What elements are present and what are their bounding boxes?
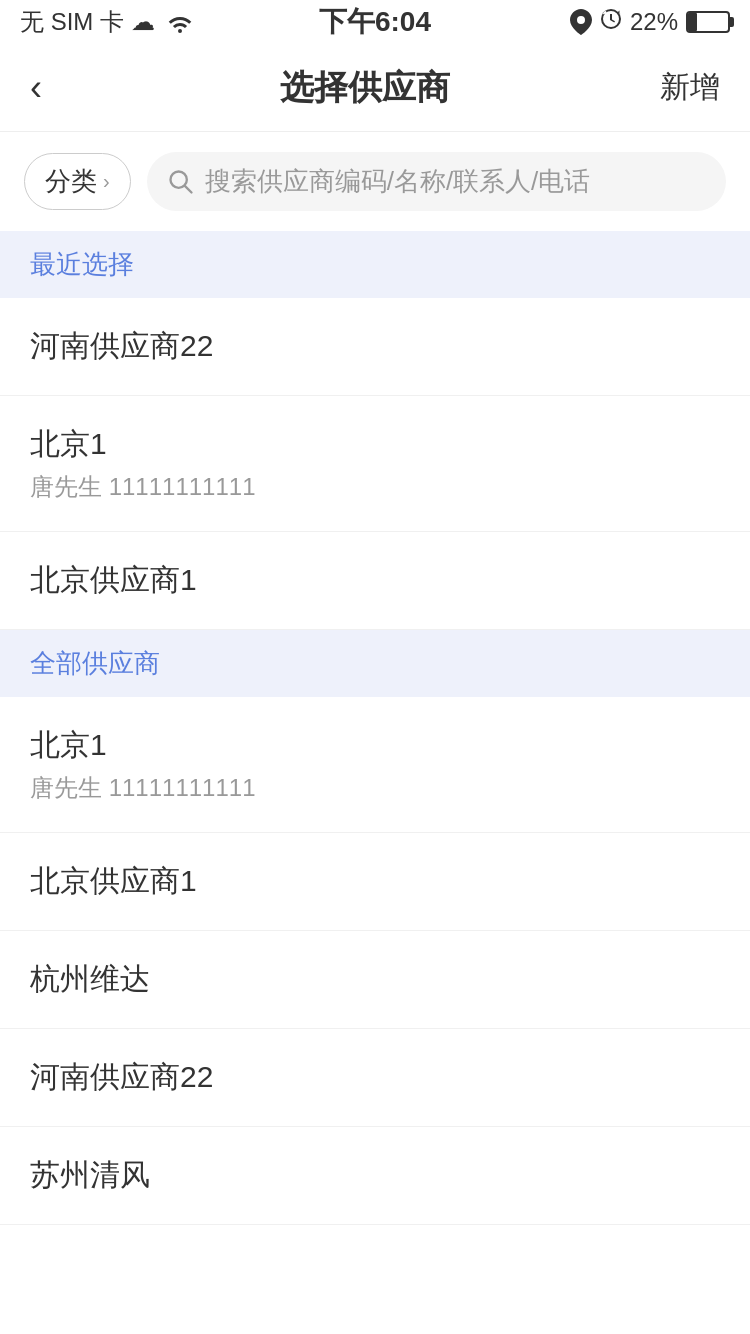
item-name: 北京供应商1 — [30, 560, 720, 601]
sections-container: 最近选择河南供应商22 北京1 唐先生 11111111111 北京供应商1 全部供应商… — [0, 231, 750, 1225]
list-item[interactable]: 北京1 唐先生 11111111111 — [0, 396, 750, 532]
battery-percent: 22% — [630, 8, 678, 36]
battery-icon — [686, 11, 730, 33]
location-icon — [570, 9, 592, 35]
item-name: 苏州清风 — [30, 1155, 720, 1196]
item-name: 杭州维达 — [30, 959, 720, 1000]
wifi-icon — [165, 11, 195, 33]
section-header-recent: 最近选择 — [0, 231, 750, 298]
category-filter-button[interactable]: 分类 › — [24, 153, 131, 210]
list-item[interactable]: 北京供应商1 — [0, 532, 750, 630]
section-header-all: 全部供应商 — [0, 630, 750, 697]
item-name: 北京供应商1 — [30, 861, 720, 902]
list-item[interactable]: 河南供应商22 — [0, 1029, 750, 1127]
alarm-icon — [600, 9, 622, 35]
item-name: 河南供应商22 — [30, 326, 720, 367]
svg-line-1 — [185, 186, 191, 192]
status-right: 22% — [570, 8, 730, 36]
status-time: 下午6:04 — [319, 3, 431, 41]
item-name: 北京1 — [30, 725, 720, 766]
status-bar: 无 SIM 卡 ☁ 下午6:04 22% — [0, 0, 750, 44]
list-item[interactable]: 河南供应商22 — [0, 298, 750, 396]
search-icon — [167, 168, 195, 196]
list-item[interactable]: 苏州清风 — [0, 1127, 750, 1225]
search-placeholder: 搜索供应商编码/名称/联系人/电话 — [205, 164, 591, 199]
nav-bar: ‹ 选择供应商 新增 — [0, 44, 750, 132]
list-item[interactable]: 北京供应商1 — [0, 833, 750, 931]
item-name: 河南供应商22 — [30, 1057, 720, 1098]
list-item[interactable]: 杭州维达 — [0, 931, 750, 1029]
item-sub: 唐先生 11111111111 — [30, 772, 720, 804]
item-name: 北京1 — [30, 424, 720, 465]
no-sim-label: 无 SIM 卡 ☁ — [20, 6, 155, 38]
status-left: 无 SIM 卡 ☁ — [20, 6, 195, 38]
back-button[interactable]: ‹ — [30, 67, 90, 109]
chevron-icon: › — [103, 170, 110, 193]
search-input-box[interactable]: 搜索供应商编码/名称/联系人/电话 — [147, 152, 726, 211]
add-button[interactable]: 新增 — [640, 67, 720, 108]
category-label: 分类 — [45, 164, 97, 199]
filter-bar: 分类 › 搜索供应商编码/名称/联系人/电话 — [0, 132, 750, 231]
item-sub: 唐先生 11111111111 — [30, 471, 720, 503]
list-item[interactable]: 北京1 唐先生 11111111111 — [0, 697, 750, 833]
page-title: 选择供应商 — [280, 65, 450, 111]
